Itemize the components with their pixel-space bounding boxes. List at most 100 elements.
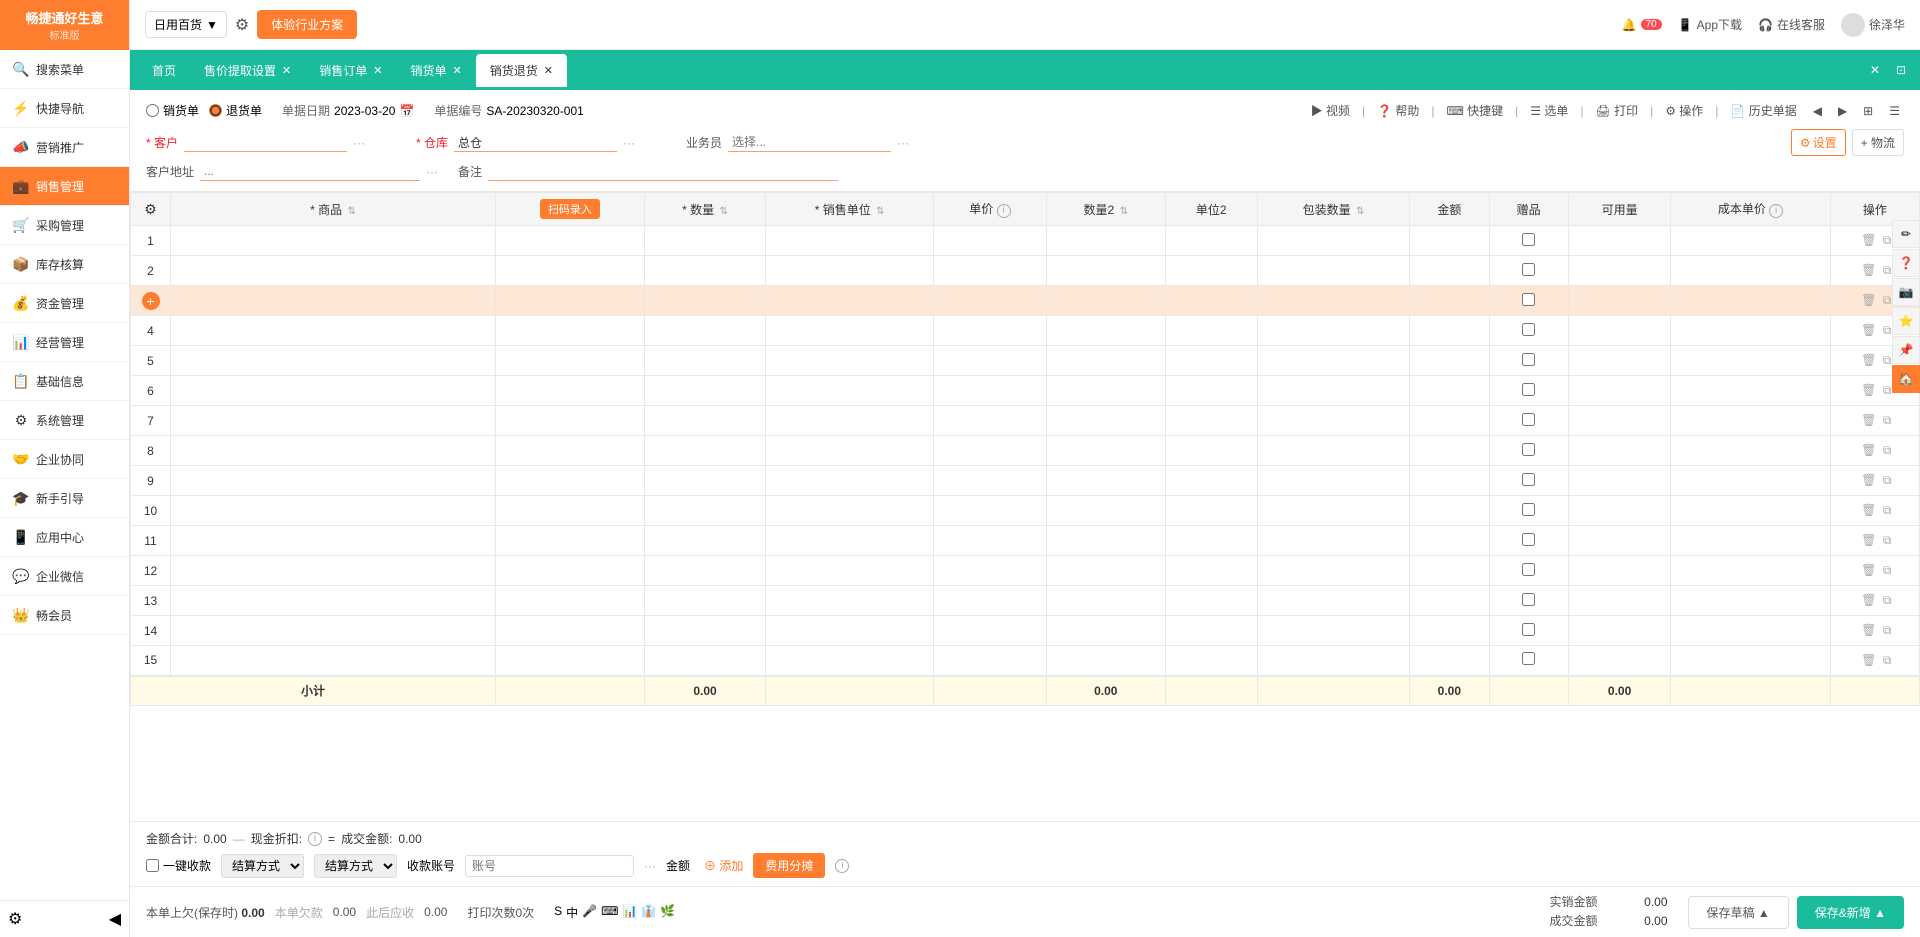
amount-cell[interactable] [1410, 376, 1489, 406]
sales-unit-cell[interactable] [766, 646, 934, 676]
product-cell[interactable] [171, 496, 496, 526]
product-cell[interactable] [171, 556, 496, 586]
product-cell[interactable] [171, 226, 496, 256]
unit-price-cell[interactable] [933, 466, 1046, 496]
add-row-btn[interactable]: ⊕ 添加 [704, 857, 743, 874]
product-cell[interactable] [171, 346, 496, 376]
settings-icon[interactable]: ⚙ [8, 909, 22, 929]
sidebar-item-inventory[interactable]: 📦 库存核算 [0, 245, 129, 284]
copy-icon[interactable]: ⧉ [1883, 353, 1892, 367]
available-cell[interactable] [1568, 496, 1671, 526]
delete-icon[interactable]: 🗑 [1861, 383, 1876, 397]
sidebar-item-purchase[interactable]: 🛒 采购管理 [0, 206, 129, 245]
warehouse-input[interactable] [454, 133, 617, 152]
remark-input[interactable] [488, 162, 838, 181]
qty2-cell[interactable] [1046, 226, 1165, 256]
available-cell[interactable] [1568, 346, 1671, 376]
unit2-cell[interactable] [1165, 496, 1257, 526]
tool-icon-4[interactable]: ⌨ [601, 904, 618, 921]
gift-cell[interactable] [1489, 376, 1568, 406]
unit2-cell[interactable] [1165, 256, 1257, 286]
sidebar-item-appstore[interactable]: 📱 应用中心 [0, 518, 129, 557]
pack-qty-cell[interactable] [1257, 616, 1409, 646]
staff-input[interactable] [728, 133, 891, 152]
qty-cell[interactable] [644, 616, 765, 646]
product-input-active[interactable] [177, 294, 489, 308]
app-download-item[interactable]: 📱 App下载 [1678, 16, 1742, 33]
prev-record-icon[interactable]: ◀ [1809, 102, 1826, 120]
tab-fullscreen-icon[interactable]: ⊡ [1890, 61, 1912, 79]
copy-icon[interactable]: ⧉ [1883, 533, 1892, 547]
unit-price-info-icon[interactable]: i [997, 204, 1011, 218]
logistics-button[interactable]: + 物流 [1852, 129, 1904, 156]
unit2-cell-active[interactable] [1165, 286, 1257, 316]
unit-price-cell[interactable] [933, 496, 1046, 526]
sidebar-item-newbie[interactable]: 🎓 新手引导 [0, 479, 129, 518]
rf-help-icon[interactable]: ❓ [1892, 249, 1920, 277]
cost-price-info-icon[interactable]: i [1769, 204, 1783, 218]
sidebar-item-operations[interactable]: 📊 经营管理 [0, 323, 129, 362]
copy-icon[interactable]: ⧉ [1883, 293, 1892, 307]
sidebar-item-base[interactable]: 📋 基础信息 [0, 362, 129, 401]
gift-checkbox[interactable] [1522, 233, 1535, 246]
amount-cell[interactable] [1410, 526, 1489, 556]
sales-unit-sort-icon[interactable]: ⇅ [876, 206, 884, 217]
gift-cell[interactable] [1489, 496, 1568, 526]
product-cell[interactable] [171, 406, 496, 436]
qty-cell-active[interactable] [644, 286, 765, 316]
gift-checkbox[interactable] [1522, 533, 1535, 546]
sales-unit-cell[interactable] [766, 466, 934, 496]
sidebar-item-sales[interactable]: 💼 销售管理 [0, 167, 129, 206]
save-new-button[interactable]: 保存&新增 ▲ [1797, 896, 1904, 929]
amount-cell[interactable] [1410, 646, 1489, 676]
amount-cell-active[interactable] [1410, 286, 1489, 316]
cost-price-cell[interactable] [1671, 406, 1830, 436]
address-picker-icon[interactable]: ··· [426, 165, 438, 179]
cost-price-cell[interactable] [1671, 616, 1830, 646]
unit-price-cell[interactable] [933, 436, 1046, 466]
unit-price-cell[interactable] [933, 586, 1046, 616]
cost-price-cell[interactable] [1671, 436, 1830, 466]
gift-cell[interactable] [1489, 436, 1568, 466]
gift-cell[interactable] [1489, 646, 1568, 676]
product-cell[interactable] [171, 376, 496, 406]
dropdown-arrow-icon[interactable]: ▲ [1874, 906, 1886, 920]
gift-checkbox[interactable] [1522, 443, 1535, 456]
discount-info-icon[interactable]: i [308, 832, 322, 846]
radio-sales-delivery-input[interactable] [146, 104, 159, 117]
product-cell[interactable] [171, 646, 496, 676]
delete-icon[interactable]: 🗑 [1861, 623, 1876, 637]
tool-icon-7[interactable]: 🌿 [660, 904, 675, 921]
qty-cell[interactable] [644, 346, 765, 376]
tab-close-icon[interactable]: ✕ [373, 64, 382, 77]
pack-qty-cell[interactable] [1257, 586, 1409, 616]
gift-checkbox[interactable] [1522, 652, 1535, 665]
tab-close-icon[interactable]: ✕ [282, 64, 291, 77]
product-cell[interactable] [171, 256, 496, 286]
calc-subtype-select[interactable]: 结算方式 [314, 854, 397, 878]
dropdown-arrow-icon[interactable]: ▲ [1758, 906, 1770, 920]
gift-checkbox[interactable] [1522, 383, 1535, 396]
unit2-cell[interactable] [1165, 346, 1257, 376]
copy-icon[interactable]: ⧉ [1883, 563, 1892, 577]
copy-icon[interactable]: ⧉ [1883, 593, 1892, 607]
product-cell[interactable] [171, 316, 496, 346]
user-info-item[interactable]: 徐泽华 [1841, 13, 1905, 37]
pack-qty-cell[interactable] [1257, 496, 1409, 526]
sales-unit-cell[interactable] [766, 346, 934, 376]
tool-icon-3[interactable]: 🎤 [582, 904, 597, 921]
sidebar-item-system[interactable]: ⚙ 系统管理 [0, 401, 129, 440]
account-picker-icon[interactable]: ··· [644, 859, 656, 873]
unit-price-cell[interactable] [933, 256, 1046, 286]
qty-cell[interactable] [644, 256, 765, 286]
gift-checkbox[interactable] [1522, 473, 1535, 486]
help-btn[interactable]: ❓ 帮助 [1373, 100, 1423, 121]
tab-sales-delivery[interactable]: 销货单 ✕ [396, 54, 475, 87]
pack-qty-cell[interactable] [1257, 436, 1409, 466]
qty-cell[interactable] [644, 466, 765, 496]
unit2-cell[interactable] [1165, 526, 1257, 556]
qty2-cell[interactable] [1046, 466, 1165, 496]
amount-cell[interactable] [1410, 346, 1489, 376]
amount-cell[interactable] [1410, 226, 1489, 256]
sidebar-item-member[interactable]: 👑 畅会员 [0, 596, 129, 635]
